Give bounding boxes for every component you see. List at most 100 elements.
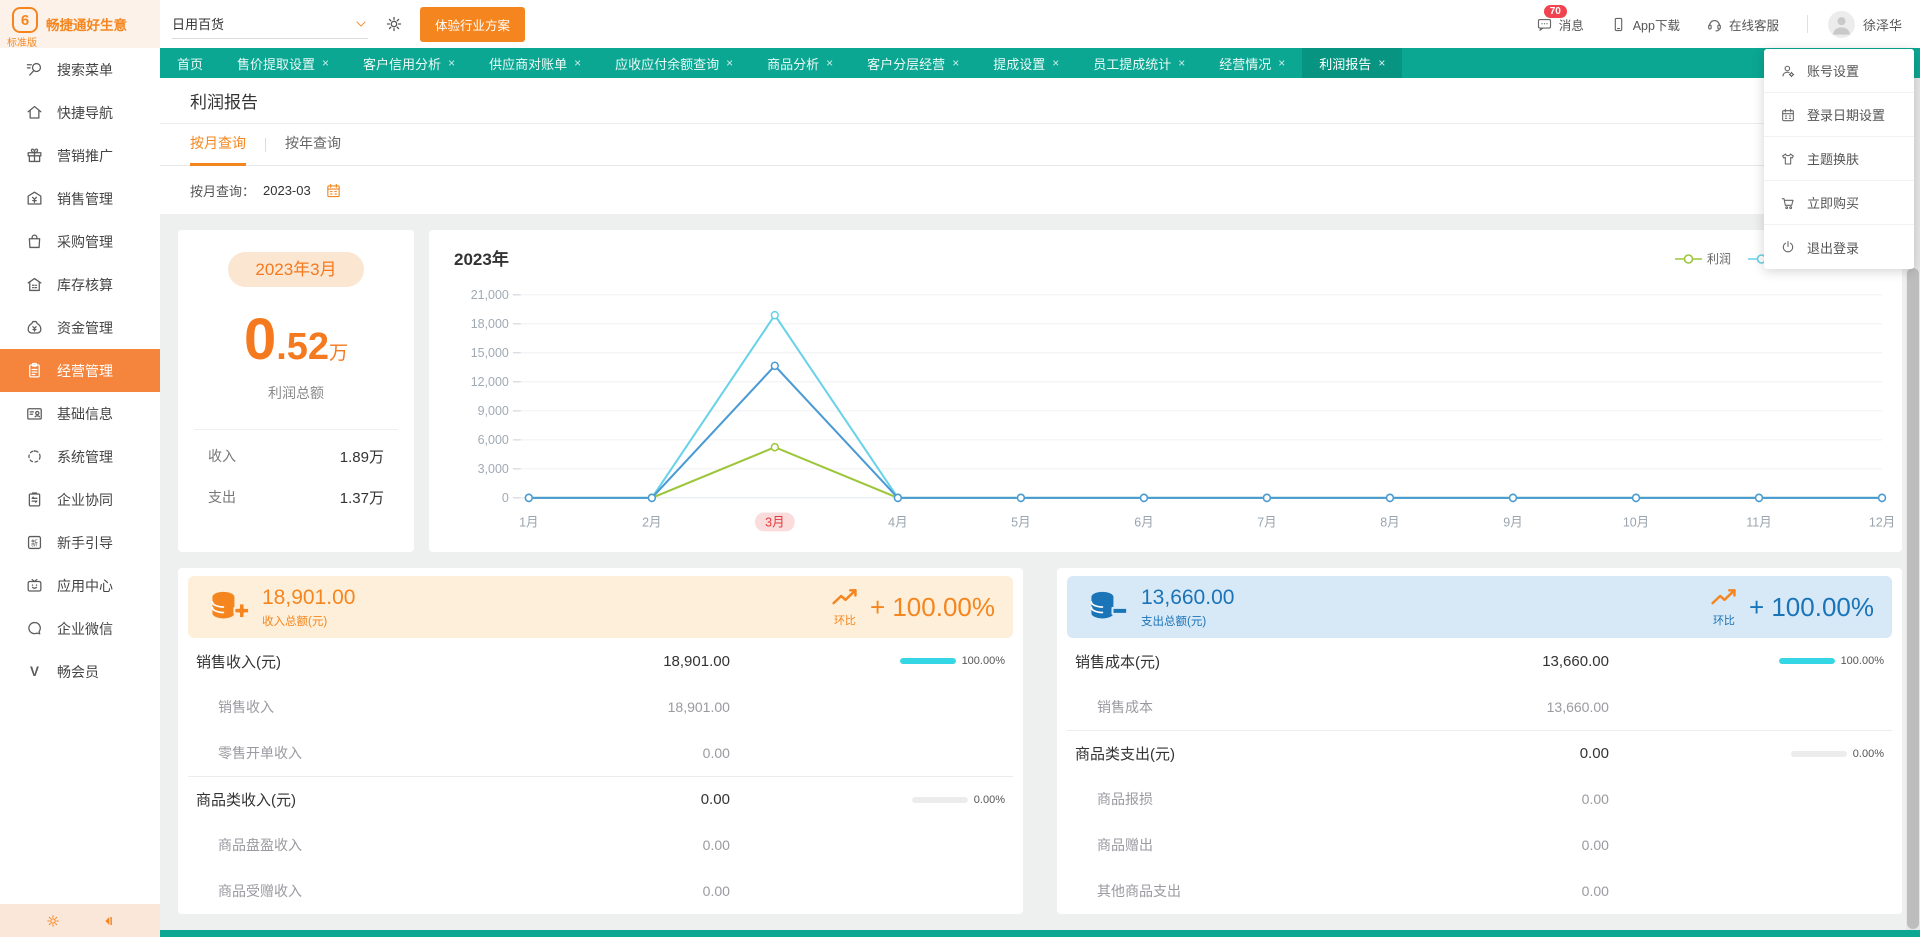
- sidebar-settings-icon[interactable]: [45, 913, 61, 929]
- sidebar-item-搜索菜单[interactable]: 搜索菜单: [0, 48, 160, 91]
- user-avatar[interactable]: [1827, 10, 1855, 38]
- tab-客户分层经营[interactable]: 客户分层经营 ×: [850, 48, 976, 78]
- sidebar-item-营销推广[interactable]: 营销推广: [0, 134, 160, 177]
- table-row-商品类收入(元): 商品类收入(元) 0.00 0.00%: [188, 776, 1013, 822]
- tab-close-icon[interactable]: ×: [952, 56, 959, 70]
- sidebar-item-企业协同[interactable]: 企业协同: [0, 478, 160, 521]
- row-label: 零售开单收入: [218, 745, 302, 761]
- menu-item-账号设置[interactable]: 账号设置: [1764, 49, 1914, 93]
- sidebar: 搜索菜单快捷导航营销推广销售管理 采购管理 库存核算 资金管理 经营管理 基础信息 系统管理…: [0, 48, 160, 937]
- sidebar-item-基础信息[interactable]: 基础信息: [0, 392, 160, 435]
- tab-close-icon[interactable]: ×: [1052, 56, 1059, 70]
- phone-icon: [1610, 16, 1627, 33]
- legend-label: 利润: [1706, 252, 1731, 266]
- menu-item-label: 退出登录: [1807, 240, 1860, 256]
- tab-close-icon[interactable]: ×: [1278, 56, 1285, 70]
- sidebar-collapse-icon[interactable]: [100, 913, 116, 929]
- tab-商品分析[interactable]: 商品分析 ×: [750, 48, 850, 78]
- brand-edition: 标准版: [7, 38, 37, 49]
- row-label: 其他商品支出: [1097, 883, 1181, 899]
- chart-title: 2023年: [454, 250, 509, 269]
- search-menu-icon: [25, 60, 44, 79]
- profit-chart-card: 2023年 利润收入支出 03,0006,0009,00012,00015,00…: [429, 230, 1902, 552]
- funds-icon: [25, 318, 44, 337]
- sidebar-item-新手引导[interactable]: 新 新手引导: [0, 521, 160, 564]
- tab-客户信用分析[interactable]: 客户信用分析 ×: [346, 48, 472, 78]
- table-row-商品赠出: 商品赠出 0.00: [1067, 822, 1892, 868]
- row-progress: 0.00%: [1790, 747, 1884, 760]
- summary-row-支出: 支出 1.37万: [178, 477, 414, 518]
- sidebar-item-系统管理[interactable]: 系统管理: [0, 435, 160, 478]
- menu-item-登录日期设置[interactable]: 登录日期设置: [1764, 93, 1914, 137]
- profit-total-label: 利润总额: [268, 385, 324, 401]
- sidebar-item-采购管理[interactable]: 采购管理: [0, 220, 160, 263]
- row-value: 0.00: [702, 745, 730, 761]
- tab-利润报告[interactable]: 利润报告 ×: [1302, 48, 1403, 78]
- menu-item-主题换肤[interactable]: 主题换肤: [1764, 137, 1914, 181]
- tables-row: 18,901.00 收入总额(元) 环比 + 100.00% 销售收入(元) 18…: [178, 568, 1902, 914]
- profit-line-chart: 0 3,000 6,000 9,000 12,000 15,000 18,000 21,000…: [437, 276, 1894, 546]
- svg-text:7月: 7月: [1257, 514, 1276, 529]
- trend-up-icon: 环比: [1709, 587, 1739, 628]
- tab-close-icon[interactable]: ×: [1178, 56, 1185, 70]
- tab-提成设置[interactable]: 提成设置 ×: [976, 48, 1076, 78]
- sidebar-item-应用中心[interactable]: 应用中心: [0, 564, 160, 607]
- tab-close-icon[interactable]: ×: [322, 56, 329, 70]
- tab-员工提成统计[interactable]: 员工提成统计 ×: [1076, 48, 1202, 78]
- tab-供应商对账单[interactable]: 供应商对账单 ×: [472, 48, 598, 78]
- account-dropdown-menu: 账号设置 登录日期设置主题换肤立即购买退出登录: [1764, 49, 1914, 269]
- row-value: 18,901.00: [667, 699, 730, 715]
- menu-item-label: 主题换肤: [1807, 152, 1860, 167]
- expense-ratio-block: 环比 + 100.00%: [1709, 587, 1874, 628]
- sidebar-item-经营管理[interactable]: 经营管理: [0, 349, 160, 392]
- subtab-按年查询[interactable]: 按年查询: [285, 124, 341, 166]
- sidebar-item-企业微信[interactable]: 企业微信: [0, 607, 160, 650]
- company-select[interactable]: 日用百货: [172, 9, 368, 39]
- trial-solution-button[interactable]: 体验行业方案: [420, 6, 526, 42]
- summary-row-label: 支出: [208, 489, 236, 505]
- tab-close-icon[interactable]: ×: [574, 56, 581, 70]
- table-row-销售成本(元): 销售成本(元) 13,660.00 100.00%: [1067, 638, 1892, 684]
- sidebar-item-快捷导航[interactable]: 快捷导航: [0, 91, 160, 134]
- progress-percent: 0.00%: [1852, 747, 1884, 760]
- progress-percent: 100.00%: [961, 655, 1005, 667]
- tab-close-icon[interactable]: ×: [726, 56, 733, 70]
- table-row-销售成本: 销售成本 13,660.00: [1067, 684, 1892, 730]
- menu-item-退出登录[interactable]: 退出登录: [1764, 225, 1914, 269]
- row-value: 0.00: [1581, 883, 1609, 899]
- tab-close-icon[interactable]: ×: [1378, 56, 1385, 70]
- tab-售价提取设置[interactable]: 售价提取设置 ×: [220, 48, 346, 78]
- sidebar-item-销售管理[interactable]: 销售管理: [0, 177, 160, 220]
- sidebar-item-库存核算[interactable]: 库存核算: [0, 263, 160, 306]
- app-download-button[interactable]: App下载: [1610, 15, 1680, 34]
- online-service-button[interactable]: 在线客服: [1706, 15, 1779, 34]
- menu-item-立即购买[interactable]: 立即购买: [1764, 181, 1914, 225]
- sidebar-item-label: 快捷导航: [57, 104, 113, 121]
- subtab-按月查询[interactable]: 按月查询: [190, 124, 246, 166]
- tab-close-icon[interactable]: ×: [448, 56, 455, 70]
- sidebar-item-label: 营销推广: [57, 147, 113, 164]
- svg-text:9月: 9月: [1503, 514, 1522, 529]
- tab-应收应付余额查询[interactable]: 应收应付余额查询 ×: [598, 48, 750, 78]
- tab-label: 首页: [177, 56, 204, 72]
- gear-icon[interactable]: [384, 14, 404, 34]
- svg-text:21,000: 21,000: [471, 287, 509, 302]
- newbie-guide-icon: 新: [25, 533, 44, 552]
- calendar-icon[interactable]: [325, 182, 342, 199]
- sidebar-item-畅会员[interactable]: V 畅会员: [0, 650, 160, 693]
- sidebar-item-资金管理[interactable]: 资金管理: [0, 306, 160, 349]
- legend-item-利润[interactable]: 利润: [1674, 250, 1731, 267]
- tab-经营情况[interactable]: 经营情况 ×: [1202, 48, 1302, 78]
- tab-label: 提成设置: [993, 56, 1046, 72]
- scrollbar-thumb[interactable]: [1907, 268, 1919, 929]
- username[interactable]: 徐泽华: [1863, 15, 1902, 34]
- tab-首页[interactable]: 首页: [160, 48, 220, 78]
- messages-button[interactable]: 消息 70: [1536, 4, 1584, 34]
- sidebar-item-label: 应用中心: [57, 577, 113, 594]
- svg-text:V: V: [30, 664, 39, 679]
- messages-count-badge: 70: [1543, 4, 1567, 18]
- month-query-value[interactable]: 2023-03: [263, 183, 311, 198]
- tab-close-icon[interactable]: ×: [826, 56, 833, 70]
- income-band: 18,901.00 收入总额(元) 环比 + 100.00%: [188, 576, 1013, 638]
- row-value: 0.00: [702, 883, 730, 899]
